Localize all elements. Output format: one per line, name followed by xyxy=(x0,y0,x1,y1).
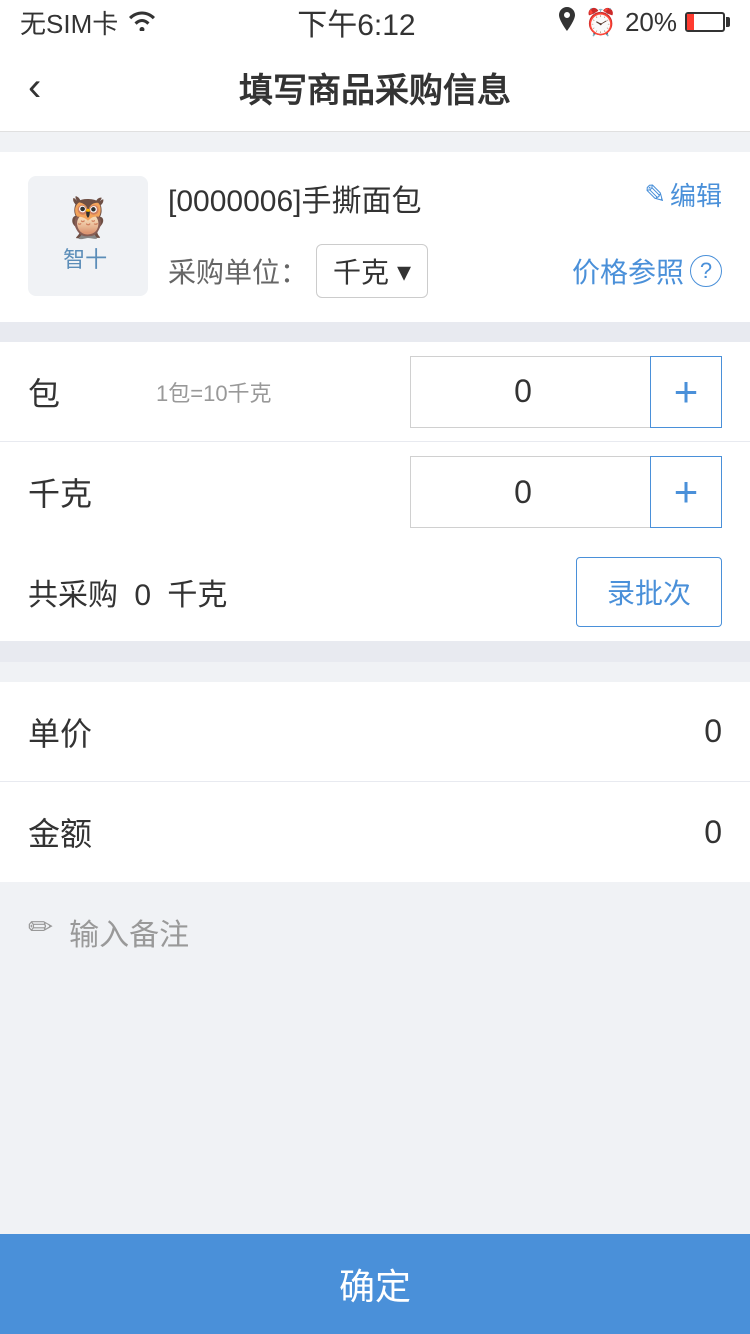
location-icon xyxy=(557,7,577,38)
help-icon: ? xyxy=(690,255,722,287)
unit-price-label: 单价 xyxy=(28,709,92,755)
pencil-icon: ✏ xyxy=(28,910,53,945)
unit-label: 采购单位： xyxy=(168,251,308,291)
edit-button[interactable]: ✎ 编辑 xyxy=(644,176,722,213)
amount-row: 金额 0 xyxy=(0,782,750,882)
pack-input-group: + xyxy=(410,356,722,428)
battery-percent: 20% xyxy=(625,7,677,38)
nav-title: 填写商品采购信息 xyxy=(239,63,511,112)
pack-input[interactable] xyxy=(410,356,650,428)
remarks-placeholder: 输入备注 xyxy=(69,910,189,954)
remarks-input-area[interactable]: ✏ 输入备注 xyxy=(28,910,722,954)
status-left: 无SIM卡 xyxy=(20,4,156,41)
section-divider-1 xyxy=(0,322,750,342)
unit-price-value: 0 xyxy=(704,713,722,750)
batch-button[interactable]: 录批次 xyxy=(576,557,722,627)
product-name: [0000006]手撕面包 xyxy=(168,176,421,220)
unit-select[interactable]: 千克 ▾ xyxy=(316,244,428,298)
product-info: [0000006]手撕面包 ✎ 编辑 采购单位： 千克 ▾ 价格参照 ? xyxy=(168,176,722,298)
price-section: 单价 0 金额 0 xyxy=(0,682,750,882)
back-button[interactable]: ‹ xyxy=(28,65,41,110)
kg-input-group: + xyxy=(410,456,722,528)
product-logo-text: 智十 xyxy=(63,242,113,274)
nav-bar: ‹ 填写商品采购信息 xyxy=(0,44,750,132)
price-ref-button[interactable]: 价格参照 ? xyxy=(572,251,722,291)
section-divider-2 xyxy=(0,642,750,662)
total-amount: 0 xyxy=(134,579,151,612)
battery-icon xyxy=(685,12,730,32)
total-row: 共采购 0 千克 录批次 xyxy=(0,542,750,642)
kg-input[interactable] xyxy=(410,456,650,528)
remarks-section: ✏ 输入备注 xyxy=(0,882,750,1202)
confirm-button[interactable]: 确定 xyxy=(0,1234,750,1334)
pack-sublabel: 1包=10千克 xyxy=(156,376,272,408)
kg-label: 千克 xyxy=(28,469,148,515)
pack-plus-button[interactable]: + xyxy=(650,356,722,428)
kg-input-row: 千克 + xyxy=(0,442,750,542)
pack-input-row: 包 1包=10千克 + xyxy=(0,342,750,442)
product-image: 🦉 智十 xyxy=(28,176,148,296)
amount-label: 金额 xyxy=(28,809,92,855)
input-section: 包 1包=10千克 + 千克 + xyxy=(0,342,750,542)
status-right: ⏰ 20% xyxy=(557,7,730,38)
total-label: 共采购 0 千克 xyxy=(28,570,227,614)
status-time: 下午6:12 xyxy=(297,0,415,44)
product-logo-icon: 🦉 xyxy=(63,198,113,238)
edit-icon: ✎ xyxy=(644,179,666,210)
pack-label: 包 xyxy=(28,369,148,415)
alarm-icon: ⏰ xyxy=(585,7,617,38)
carrier-text: 无SIM卡 xyxy=(20,4,118,41)
unit-price-row: 单价 0 xyxy=(0,682,750,782)
wifi-icon xyxy=(128,7,156,38)
amount-value: 0 xyxy=(704,814,722,851)
kg-plus-button[interactable]: + xyxy=(650,456,722,528)
status-bar: 无SIM卡 下午6:12 ⏰ 20% xyxy=(0,0,750,44)
chevron-down-icon: ▾ xyxy=(397,255,411,288)
product-card: 🦉 智十 [0000006]手撕面包 ✎ 编辑 采购单位： 千克 ▾ 价格参照 … xyxy=(0,152,750,322)
